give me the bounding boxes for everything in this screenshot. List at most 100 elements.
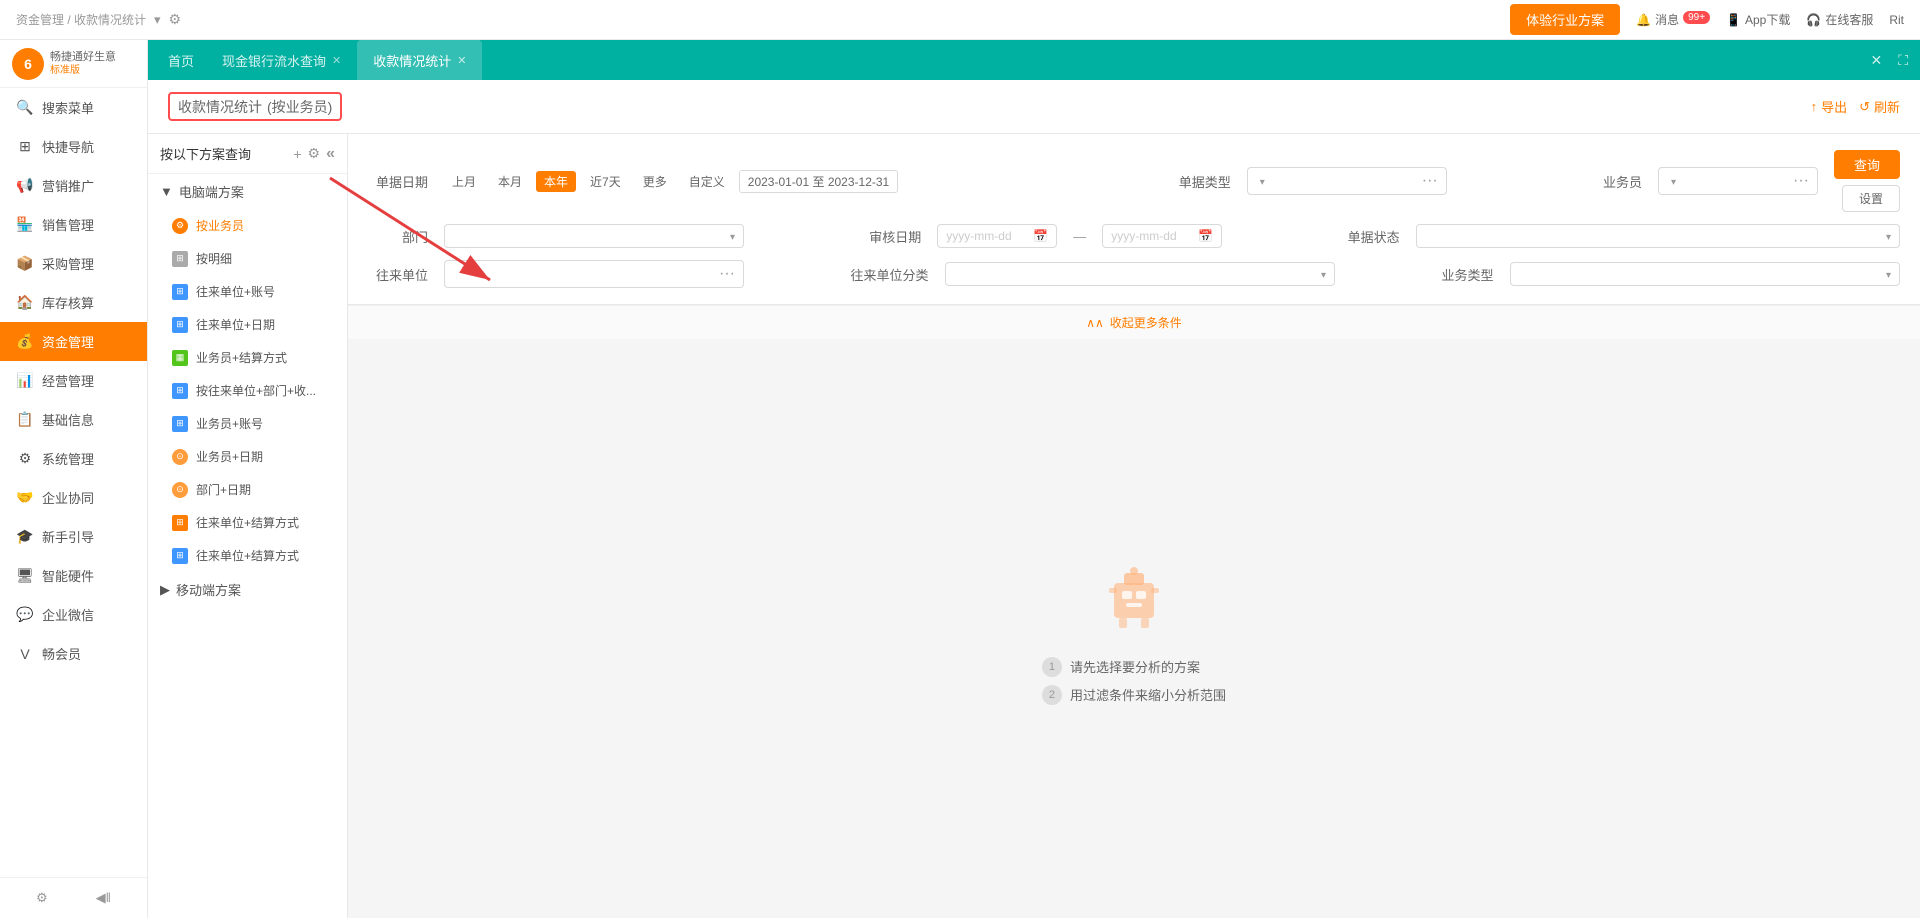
header-actions: ↑ 导出 ↺ 刷新 [1811,97,1900,116]
empty-illustration [1094,553,1174,633]
app-download-button[interactable]: 📱 App下载 [1726,11,1790,28]
sidebar-item-search[interactable]: 🔍 搜索菜单 [0,88,147,127]
sidebar-item-wechat[interactable]: 💬 企业微信 [0,595,147,634]
top-bar-left: 资金管理 / 收款情况统计 ▾ ⚙ [16,11,1510,28]
nav-label-purchase: 采购管理 [42,254,94,273]
scheme-item-10[interactable]: ⊞ 往来单位+结算方式 [148,539,347,572]
pc-scheme-group-header[interactable]: ▼ 电脑端方案 [148,174,347,209]
left-panel: 按以下方案查询 + ⚙ « ▼ 电脑端方案 ⚙ 按业务员 [148,134,348,918]
scheme-icon-7: ⊙ [172,449,188,465]
scheme-item-6[interactable]: ⊞ 业务员+账号 [148,407,347,440]
collapse-bar[interactable]: ∧∧ 收起更多条件 [348,305,1920,339]
date-tab-custom[interactable]: 自定义 [681,171,733,192]
calendar-from-icon[interactable]: 📅 [1033,229,1048,243]
filter-settings-button[interactable]: 设置 [1842,185,1900,212]
review-date-from-input[interactable]: yyyy-mm-dd 📅 [937,224,1057,248]
sidebar-item-operations[interactable]: 📊 经营管理 [0,361,147,400]
scheme-item-2[interactable]: ⊞ 往来单位+账号 [148,275,347,308]
scheme-icon-9: ⊞ [172,515,188,531]
grid-icon: ⊞ [16,138,34,155]
empty-state: 1 请先选择要分析的方案 2 用过滤条件来缩小分析范围 [1042,553,1226,705]
settings-bottom-icon[interactable]: ⚙ [36,890,48,906]
panel-title: 按以下方案查询 [160,144,251,163]
more-options-icon[interactable]: ··· [1422,172,1438,190]
scheme-item-3[interactable]: ⊞ 往来单位+日期 [148,308,347,341]
tab-cash-flow[interactable]: 现金银行流水查询 ✕ [206,40,357,80]
trial-button[interactable]: 体验行业方案 [1510,4,1620,35]
tab-receipt-stats-close[interactable]: ✕ [457,54,466,67]
sidebar-item-hardware[interactable]: 🖥 智能硬件 [0,556,147,595]
wechat-icon: 💬 [16,606,34,623]
user-info[interactable]: Rit [1889,13,1904,27]
export-label: 导出 [1821,97,1847,116]
filter-row-2: 部门 审核日期 yyyy-mm-dd 📅 — yy [368,224,1900,248]
sidebar-item-member[interactable]: V 畅会员 [0,634,147,673]
date-tab-more[interactable]: 更多 [635,171,675,192]
nav-label-operations: 经营管理 [42,371,94,390]
nav-label-search: 搜索菜单 [42,98,94,117]
tab-receipt-stats[interactable]: 收款情况统计 ✕ [357,40,482,80]
add-scheme-button[interactable]: + [293,146,301,162]
sidebar-item-quicknav[interactable]: ⊞ 快捷导航 [0,127,147,166]
tab-cash-flow-close[interactable]: ✕ [332,54,341,67]
export-button[interactable]: ↑ 导出 [1811,97,1848,116]
date-tab-this-year[interactable]: 本年 [536,171,576,192]
settings-icon[interactable]: ⚙ [169,11,182,28]
marketing-icon: 📢 [16,177,34,194]
tab-home[interactable]: 首页 [156,40,206,80]
scheme-item-4[interactable]: ▦ 业务员+结算方式 [148,341,347,374]
scheme-settings-button[interactable]: ⚙ [308,145,321,162]
voucher-type-chevron [1260,174,1265,188]
date-tab-prev-month[interactable]: 上月 [444,171,484,192]
scheme-item-0[interactable]: ⚙ 按业务员 [148,209,347,242]
calendar-to-icon[interactable]: 📅 [1198,229,1213,243]
query-button[interactable]: 查询 [1834,150,1900,179]
filter-actions: 查询 设置 [1834,150,1900,212]
collapse-panel-button[interactable]: « [326,145,335,163]
sidebar-item-guide[interactable]: 🎓 新手引导 [0,517,147,556]
scheme-item-7[interactable]: ⊙ 业务员+日期 [148,440,347,473]
partner-select[interactable]: ··· [444,260,744,288]
date-to: 2023-12-31 [828,175,889,189]
sidebar-item-collab[interactable]: 🤝 企业协同 [0,478,147,517]
refresh-button[interactable]: ↺ 刷新 [1859,97,1900,116]
search-icon: 🔍 [16,99,34,116]
chevron-down-icon[interactable]: ▾ [154,12,161,28]
mobile-scheme-group-header[interactable]: ▶ 移动端方案 [148,572,347,607]
sidebar-item-system[interactable]: ⚙ 系统管理 [0,439,147,478]
online-service-button[interactable]: 🎧 在线客服 [1806,11,1873,28]
scheme-item-5[interactable]: ⊞ 按往来单位+部门+收... [148,374,347,407]
top-bar: 资金管理 / 收款情况统计 ▾ ⚙ 体验行业方案 🔔 消息 99+ 📱 App下… [0,0,1920,40]
salesperson-more-icon[interactable]: ··· [1793,172,1809,190]
sidebar-item-inventory[interactable]: 🏠 库存核算 [0,283,147,322]
scheme-item-1[interactable]: ⊞ 按明细 [148,242,347,275]
sidebar-item-purchase[interactable]: 📦 采购管理 [0,244,147,283]
biz-type-select[interactable] [1510,262,1900,286]
scheme-item-8[interactable]: ⊙ 部门+日期 [148,473,347,506]
review-date-to-input[interactable]: yyyy-mm-dd 📅 [1102,224,1222,248]
partner-category-select[interactable] [945,262,1335,286]
dept-select[interactable] [444,224,744,248]
filter-section: 单据日期 上月 本月 本年 近7天 更多 自定义 2023-01-01 至 20 [348,134,1920,305]
voucher-type-select[interactable]: ··· [1247,167,1447,195]
sidebar-item-finance[interactable]: 💰 资金管理 [0,322,147,361]
date-tabs: 上月 本月 本年 近7天 更多 自定义 2023-01-01 至 2023-12… [444,170,898,193]
sidebar-item-basic[interactable]: 📋 基础信息 [0,400,147,439]
close-window-icon[interactable]: ✕ [1866,48,1886,73]
salesperson-select[interactable]: ··· [1658,167,1818,195]
empty-step-2: 2 用过滤条件来缩小分析范围 [1042,685,1226,705]
user-name: Rit [1889,13,1904,27]
sidebar-item-sales[interactable]: 🏪 销售管理 [0,205,147,244]
sidebar-item-marketing[interactable]: 📢 营销推广 [0,166,147,205]
nav-label-wechat: 企业微信 [42,605,94,624]
date-tab-this-month[interactable]: 本月 [490,171,530,192]
online-service-label: 在线客服 [1825,11,1873,28]
scheme-item-9[interactable]: ⊞ 往来单位+结算方式 [148,506,347,539]
messages-button[interactable]: 🔔 消息 99+ [1636,11,1710,28]
collapse-sidebar-icon[interactable]: ◀‖ [96,890,111,906]
voucher-status-select[interactable] [1416,224,1900,248]
maximize-window-icon[interactable]: ⛶ [1894,48,1912,73]
date-tab-7days[interactable]: 近7天 [582,171,629,192]
member-icon: V [16,646,34,662]
partner-more-icon[interactable]: ··· [719,265,735,283]
